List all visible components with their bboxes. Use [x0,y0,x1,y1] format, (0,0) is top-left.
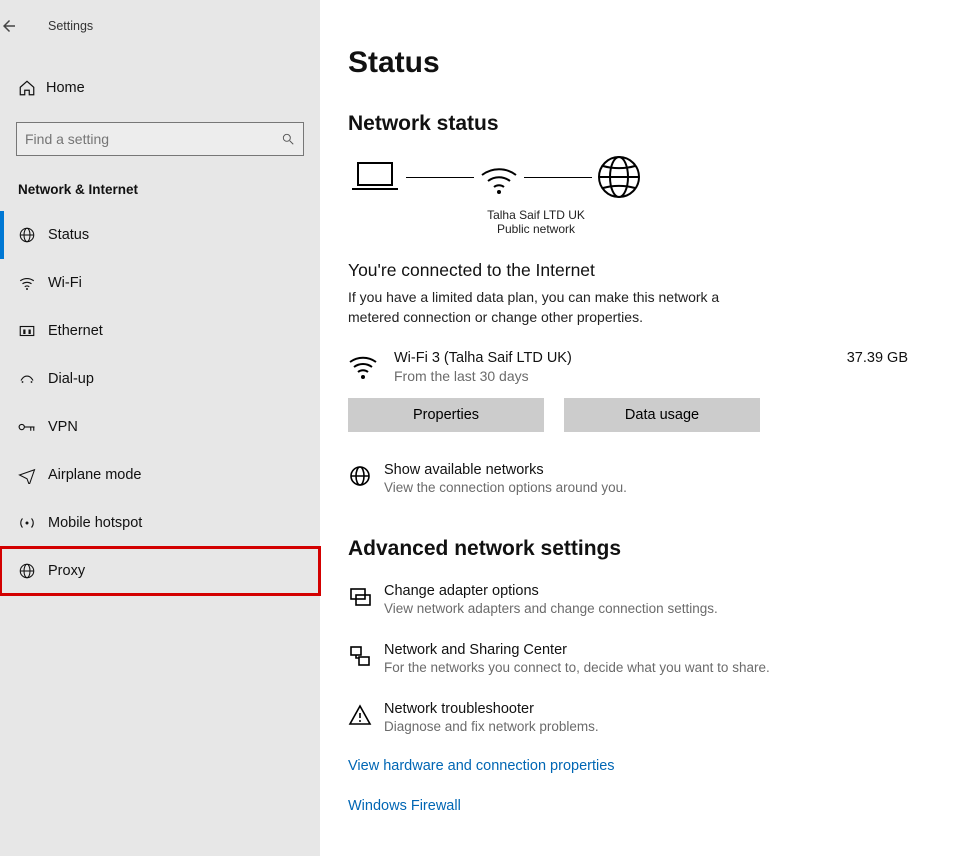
vpn-icon [18,420,48,434]
wifi-data-size: 37.39 GB [847,350,908,366]
titlebar: Settings [0,6,320,46]
diagram-net-type: Public network [466,222,606,236]
sharing-icon [348,642,384,675]
globe-icon [18,226,48,244]
sidebar-item-airplane[interactable]: Airplane mode [0,451,320,499]
sidebar-item-ethernet[interactable]: Ethernet [0,307,320,355]
search-icon [281,132,295,146]
sidebar-item-dialup[interactable]: Dial-up [0,355,320,403]
adapter-option[interactable]: Change adapter options View network adap… [348,583,928,616]
option-title: Change adapter options [384,583,718,599]
sidebar: Settings Home Network & Internet Status … [0,0,320,856]
back-arrow-icon [0,17,18,35]
wifi-icon [18,274,48,292]
diagram-ssid: Talha Saif LTD UK [466,208,606,222]
option-title: Network troubleshooter [384,701,599,717]
data-usage-button[interactable]: Data usage [564,398,760,432]
connected-title: You're connected to the Internet [348,260,928,281]
option-sub: View the connection options around you. [384,480,627,495]
show-networks-option[interactable]: Show available networks View the connect… [348,462,928,495]
home-icon [18,79,46,97]
laptop-icon [348,157,402,197]
adapter-icon [348,583,384,616]
dialup-icon [18,370,48,388]
sidebar-item-label: Airplane mode [48,467,142,483]
option-title: Show available networks [384,462,627,478]
sidebar-item-hotspot[interactable]: Mobile hotspot [0,499,320,547]
sidebar-item-label: Status [48,227,89,243]
sidebar-home-label: Home [46,80,85,96]
proxy-icon [18,562,48,580]
link-hardware-properties[interactable]: View hardware and connection properties [348,758,928,774]
sidebar-item-label: VPN [48,419,78,435]
section-network-status: Network status [348,112,928,136]
wifi-sub: From the last 30 days [394,368,847,384]
ethernet-icon [18,322,48,340]
network-diagram [348,154,928,200]
search-box[interactable] [16,122,304,156]
option-title: Network and Sharing Center [384,642,770,658]
option-sub: For the networks you connect to, decide … [384,660,770,675]
connected-hint: If you have a limited data plan, you can… [348,287,748,328]
section-advanced: Advanced network settings [348,537,928,561]
option-sub: View network adapters and change connect… [384,601,718,616]
sidebar-item-status[interactable]: Status [0,211,320,259]
sidebar-home[interactable]: Home [0,64,320,112]
sharing-option[interactable]: Network and Sharing Center For the netwo… [348,642,928,675]
page-title: Status [348,46,928,80]
wifi-usage-row: Wi-Fi 3 (Talha Saif LTD UK) From the las… [348,350,928,384]
sidebar-section-title: Network & Internet [18,182,320,197]
airplane-icon [18,466,48,484]
search-input[interactable] [25,131,281,147]
properties-button[interactable]: Properties [348,398,544,432]
wifi-name: Wi-Fi 3 (Talha Saif LTD UK) [394,350,847,366]
sidebar-item-label: Mobile hotspot [48,515,142,531]
sidebar-item-label: Ethernet [48,323,103,339]
link-windows-firewall[interactable]: Windows Firewall [348,798,928,814]
sidebar-item-label: Dial-up [48,371,94,387]
globe-icon [596,154,642,200]
back-button[interactable] [0,17,48,35]
sidebar-item-label: Proxy [48,563,85,579]
wifi-icon [478,157,520,197]
warning-icon [348,701,384,734]
sidebar-item-label: Wi-Fi [48,275,82,291]
sidebar-item-vpn[interactable]: VPN [0,403,320,451]
main-content: Status Network status Talha Saif LTD UK … [320,0,968,856]
app-title: Settings [48,19,93,33]
hotspot-icon [18,514,48,532]
troubleshooter-option[interactable]: Network troubleshooter Diagnose and fix … [348,701,928,734]
sidebar-item-wifi[interactable]: Wi-Fi [0,259,320,307]
wifi-icon [348,350,394,380]
sidebar-item-proxy[interactable]: Proxy [0,547,320,595]
option-sub: Diagnose and fix network problems. [384,719,599,734]
globe-icon [348,462,384,495]
